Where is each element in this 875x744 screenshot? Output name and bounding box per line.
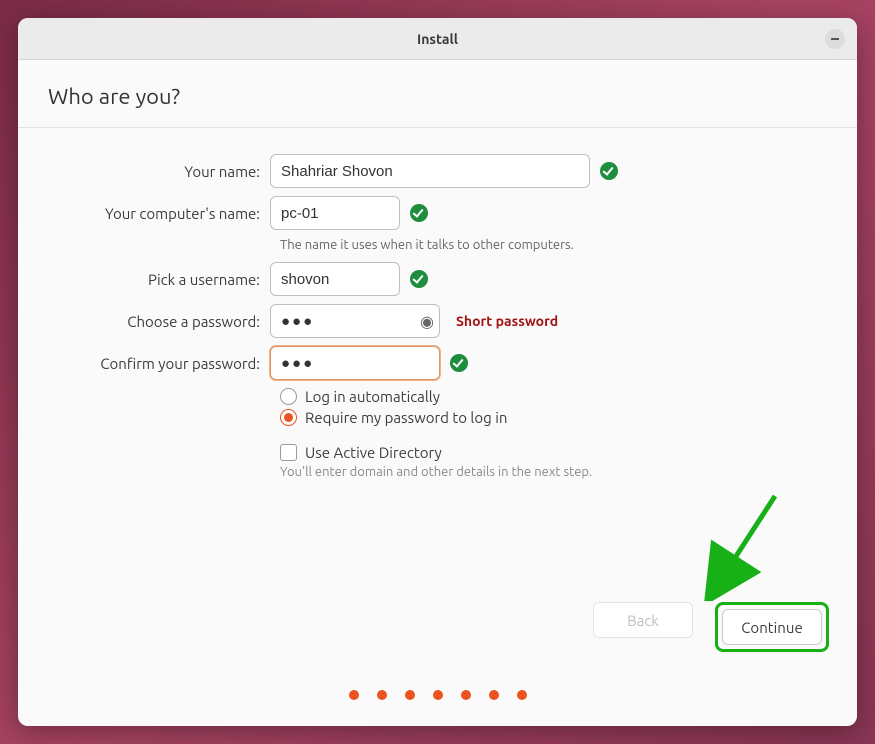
row-computer-name: Your computer's name:: [48, 196, 827, 230]
dot: [433, 690, 443, 700]
label-confirm-password: Confirm your password:: [48, 355, 270, 372]
check-icon: [600, 162, 618, 180]
continue-highlight: Continue: [715, 602, 829, 652]
username-input[interactable]: [270, 262, 400, 296]
row-username: Pick a username:: [48, 262, 827, 296]
titlebar: Install: [18, 18, 857, 60]
page-title: Who are you?: [48, 84, 827, 109]
label-computer-name: Your computer's name:: [48, 205, 270, 222]
continue-button[interactable]: Continue: [722, 609, 822, 645]
checkbox-active-directory[interactable]: Use Active Directory: [280, 444, 827, 461]
check-icon: [410, 270, 428, 288]
back-button[interactable]: Back: [593, 602, 693, 638]
check-icon: [410, 204, 428, 222]
checkbox-label-ad: Use Active Directory: [305, 444, 442, 461]
radio-login-auto[interactable]: Log in automatically: [280, 388, 827, 405]
name-input[interactable]: [270, 154, 590, 188]
dot: [405, 690, 415, 700]
minimize-button[interactable]: [825, 29, 845, 49]
radio-login-require[interactable]: Require my password to log in: [280, 409, 827, 426]
password-strength-label: Short password: [456, 313, 558, 329]
dot: [517, 690, 527, 700]
row-password: Choose a password: ◉ Short password: [48, 304, 827, 338]
radio-icon: [280, 388, 297, 405]
label-username: Pick a username:: [48, 271, 270, 288]
confirm-password-input[interactable]: [270, 346, 440, 380]
check-icon: [450, 354, 468, 372]
back-button-label: Back: [627, 612, 659, 629]
dot: [489, 690, 499, 700]
user-setup-form: Your name: Your computer's name: The nam…: [18, 128, 857, 602]
dot: [461, 690, 471, 700]
radio-icon: [280, 409, 297, 426]
window-title: Install: [417, 31, 458, 47]
page-header: Who are you?: [18, 60, 857, 128]
hint-computer-name: The name it uses when it talks to other …: [280, 238, 827, 252]
row-confirm-password: Confirm your password:: [48, 346, 827, 380]
radio-label-require: Require my password to log in: [305, 409, 507, 426]
dot: [377, 690, 387, 700]
computer-name-input[interactable]: [270, 196, 400, 230]
progress-dots: [18, 670, 857, 726]
radio-label-auto: Log in automatically: [305, 388, 440, 405]
continue-button-label: Continue: [741, 619, 802, 636]
row-name: Your name:: [48, 154, 827, 188]
footer-actions: Back Continue: [18, 602, 857, 670]
eye-icon[interactable]: ◉: [420, 312, 434, 331]
checkbox-icon: [280, 444, 297, 461]
hint-active-directory: You'll enter domain and other details in…: [280, 465, 827, 479]
password-input[interactable]: [270, 304, 440, 338]
label-name: Your name:: [48, 163, 270, 180]
label-password: Choose a password:: [48, 313, 270, 330]
installer-window: Install Who are you? Your name: Your com…: [18, 18, 857, 726]
dot: [349, 690, 359, 700]
